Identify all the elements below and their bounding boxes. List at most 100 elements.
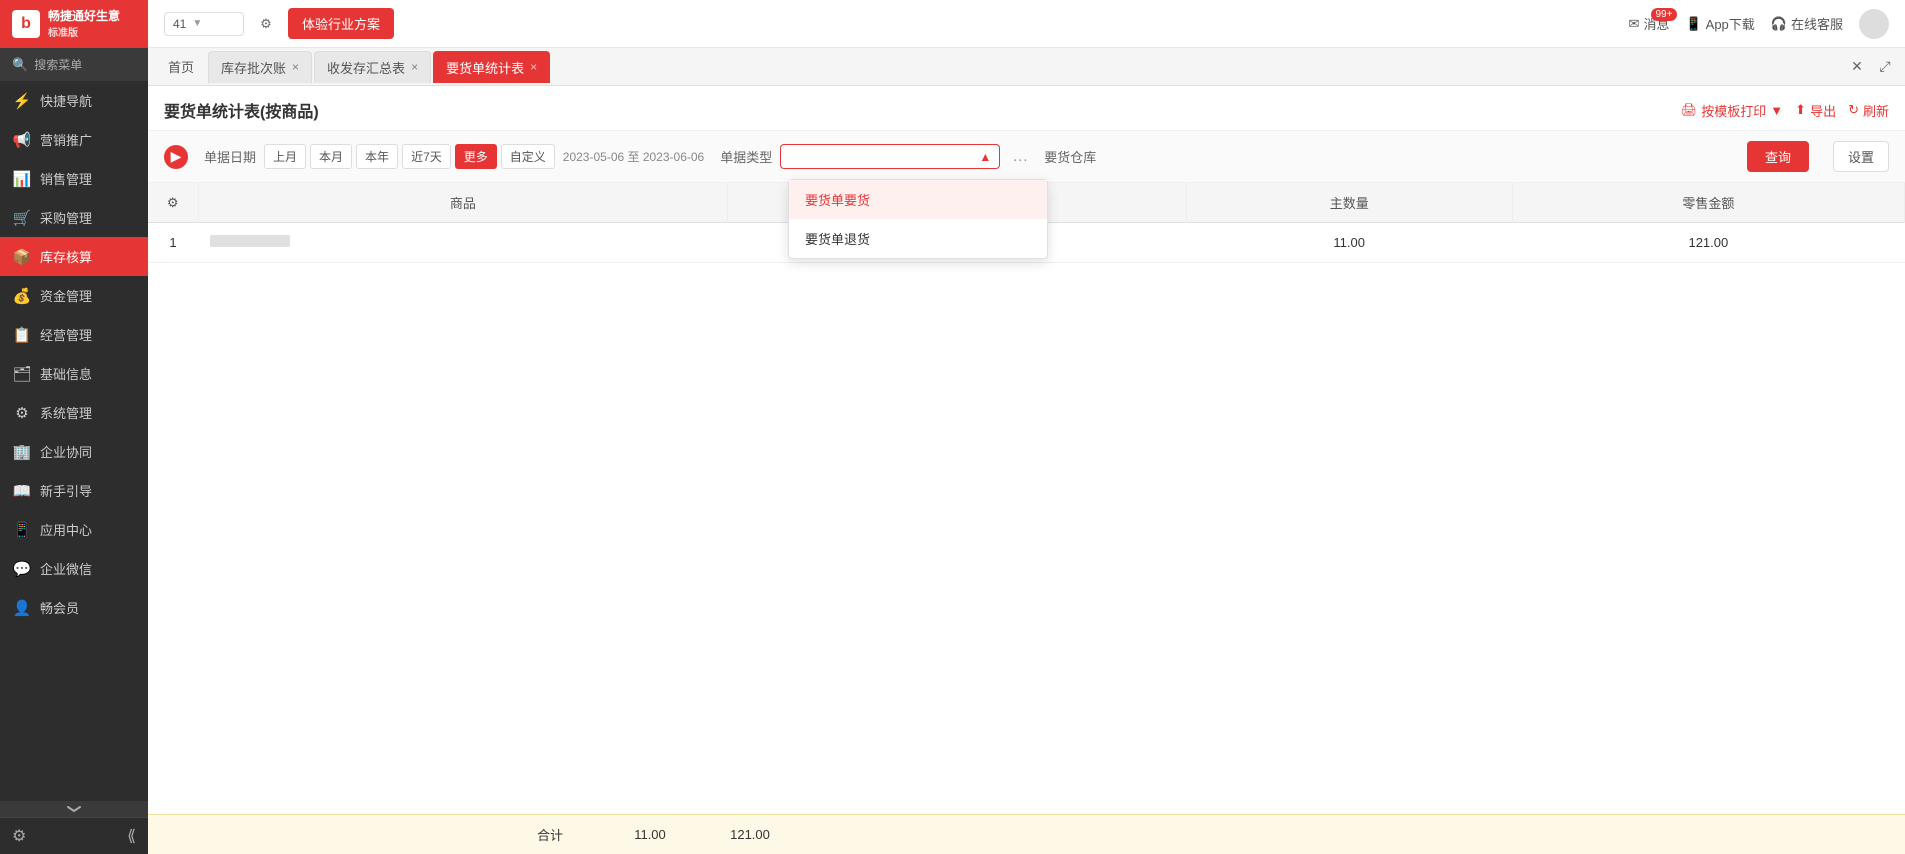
member-label: 畅会员 (40, 598, 79, 617)
sidebar-item-marketing[interactable]: 📢 营销推广 (0, 120, 148, 159)
filter-expand-btn[interactable]: ▶ (164, 145, 188, 169)
inventory-label: 库存核算 (40, 247, 92, 266)
store-name: 41 (173, 17, 186, 31)
settings-btn[interactable]: 设置 (1833, 141, 1889, 172)
tab-order-summary-close[interactable]: × (530, 61, 537, 73)
tabbar-expand-btn[interactable]: ⤢ (1873, 55, 1897, 79)
warehouse-filter-group: 要货仓库 (1044, 147, 1096, 166)
app-center-label: 应用中心 (40, 520, 92, 539)
settings-icon[interactable]: ⚙ (12, 826, 26, 846)
tab-receipt-summary[interactable]: 收发存汇总表 × (314, 51, 431, 83)
export-icon: ⬆ (1795, 102, 1806, 118)
refresh-icon: ↻ (1848, 102, 1859, 118)
tab-inventory-batch[interactable]: 库存批次账 × (208, 51, 312, 83)
guide-icon: 📖 (12, 482, 32, 500)
headset-icon: 🎧 (1771, 16, 1787, 32)
store-selector[interactable]: 41 ▼ (164, 12, 244, 36)
date-btn-more[interactable]: 更多 (455, 144, 497, 169)
sidebar-item-member[interactable]: 👤 畅会员 (0, 588, 148, 627)
col-product: 商品 (198, 183, 728, 223)
tab-inventory-batch-close[interactable]: × (292, 61, 299, 73)
trial-btn[interactable]: 体验行业方案 (288, 8, 394, 39)
query-btn[interactable]: 查询 (1747, 141, 1809, 172)
type-filter-dots[interactable]: … (1012, 148, 1028, 166)
date-range: 2023-05-06 至 2023-06-06 (563, 148, 704, 165)
tab-home-label: 首页 (168, 57, 194, 76)
print-template-btn[interactable]: 🖨 按模板打印 ▼ (1681, 101, 1783, 120)
message-icon: ✉ (1629, 16, 1640, 32)
refresh-btn[interactable]: ↻ 刷新 (1848, 101, 1889, 120)
date-btn-this-month[interactable]: 本月 (310, 144, 352, 169)
sidebar-search[interactable]: 🔍 搜索菜单 (0, 48, 148, 81)
export-btn[interactable]: ⬆ 导出 (1795, 101, 1836, 120)
purchase-icon: 🛒 (12, 209, 32, 227)
dropdown-item-order-goods-label: 要货单要货 (805, 193, 870, 208)
date-btns: 上月 本月 本年 近7天 更多 自定义 (264, 144, 555, 169)
app-title: 畅捷通好生意 (48, 9, 120, 25)
sidebar-logo: b 畅捷通好生意 标准版 (0, 0, 148, 48)
sidebar-item-system[interactable]: ⚙ 系统管理 (0, 393, 148, 432)
sidebar-item-finance[interactable]: 💰 资金管理 (0, 276, 148, 315)
date-filter-label: 单据日期 (204, 147, 256, 166)
page-title: 要货单统计表(按商品) (164, 98, 319, 122)
page-header: 要货单统计表(按商品) 🖨 按模板打印 ▼ ⬆ 导出 ↻ 刷新 (148, 86, 1905, 131)
sidebar-item-enterprise[interactable]: 🏢 企业协同 (0, 432, 148, 471)
finance-icon: 💰 (12, 287, 32, 305)
print-icon: 🖨 (1681, 102, 1698, 118)
messages-btn[interactable]: ✉ 消息 99+ (1629, 14, 1670, 33)
sidebar-item-operations[interactable]: 📋 经营管理 (0, 315, 148, 354)
topbar: 41 ▼ ⚙ 体验行业方案 ✉ 消息 99+ 📱 App下载 🎧 在线客服 (148, 0, 1905, 48)
tabbar-close-btn[interactable]: ✕ (1845, 55, 1869, 79)
guide-label: 新手引导 (40, 481, 92, 500)
sidebar-bottom: ⚙ ⟪ (0, 817, 148, 854)
filter-bar: ▶ 单据日期 上月 本月 本年 近7天 更多 自定义 2023-05-06 至 … (148, 131, 1905, 183)
export-label: 导出 (1810, 101, 1836, 120)
print-dropdown-arrow: ▼ (1770, 103, 1783, 118)
sidebar-item-app-center[interactable]: 📱 应用中心 (0, 510, 148, 549)
sidebar-item-inventory[interactable]: 📦 库存核算 (0, 237, 148, 276)
page-actions: 🖨 按模板打印 ▼ ⬆ 导出 ↻ 刷新 (1681, 101, 1889, 120)
table-footer: 合计 11.00 121.00 (148, 814, 1905, 854)
tab-inventory-batch-label: 库存批次账 (221, 58, 286, 77)
sidebar: b 畅捷通好生意 标准版 🔍 搜索菜单 ⚡ 快捷导航 📢 营销推广 📊 销售管理… (0, 0, 148, 854)
tab-order-summary[interactable]: 要货单统计表 × (433, 51, 550, 83)
sidebar-item-guide[interactable]: 📖 新手引导 (0, 471, 148, 510)
sidebar-item-purchase[interactable]: 🛒 采购管理 (0, 198, 148, 237)
date-btn-7days[interactable]: 近7天 (402, 144, 451, 169)
sales-icon: 📊 (12, 170, 32, 188)
online-service-btn[interactable]: 🎧 在线客服 (1771, 14, 1843, 33)
product-placeholder (210, 235, 290, 247)
sidebar-item-basic-info[interactable]: 🗂 基础信息 (0, 354, 148, 393)
system-label: 系统管理 (40, 403, 92, 422)
dropdown-item-order-goods[interactable]: 要货单要货 (789, 180, 1047, 219)
collapse-icon[interactable]: ⟪ (127, 826, 136, 846)
date-btn-this-year[interactable]: 本年 (356, 144, 398, 169)
type-select[interactable]: ▲ (780, 144, 1000, 169)
basic-info-label: 基础信息 (40, 364, 92, 383)
footer-retail: 121.00 (700, 827, 800, 842)
basic-info-icon: 🗂 (12, 365, 32, 383)
refresh-label: 刷新 (1863, 101, 1889, 120)
tab-home[interactable]: 首页 (156, 51, 206, 83)
sidebar-item-quick-nav[interactable]: ⚡ 快捷导航 (0, 81, 148, 120)
member-icon: 👤 (12, 599, 32, 617)
enterprise-icon: 🏢 (12, 443, 32, 461)
date-btn-last-month[interactable]: 上月 (264, 144, 306, 169)
dropdown-item-order-return[interactable]: 要货单退货 (789, 219, 1047, 258)
dropdown-item-order-return-label: 要货单退货 (805, 232, 870, 247)
enterprise-label: 企业协同 (40, 442, 92, 461)
date-btn-custom[interactable]: 自定义 (501, 144, 555, 169)
col-settings[interactable]: ⚙ (148, 183, 198, 223)
tab-receipt-summary-close[interactable]: × (411, 61, 418, 73)
table-area: ⚙ 商品 主计量单位 主数量 零售金额 1 块 11.00 (148, 183, 1905, 814)
tabbar-controls: ✕ ⤢ (1845, 55, 1897, 79)
app-download-btn[interactable]: 📱 App下载 (1685, 14, 1754, 33)
sidebar-scroll-down[interactable] (0, 801, 148, 817)
sidebar-item-wechat[interactable]: 💬 企业微信 (0, 549, 148, 588)
footer-quantity: 11.00 (600, 827, 700, 842)
quick-nav-label: 快捷导航 (40, 91, 92, 110)
topbar-gear-icon[interactable]: ⚙ (252, 10, 280, 38)
user-avatar[interactable] (1859, 9, 1889, 39)
wechat-icon: 💬 (12, 560, 32, 578)
sidebar-item-sales[interactable]: 📊 销售管理 (0, 159, 148, 198)
